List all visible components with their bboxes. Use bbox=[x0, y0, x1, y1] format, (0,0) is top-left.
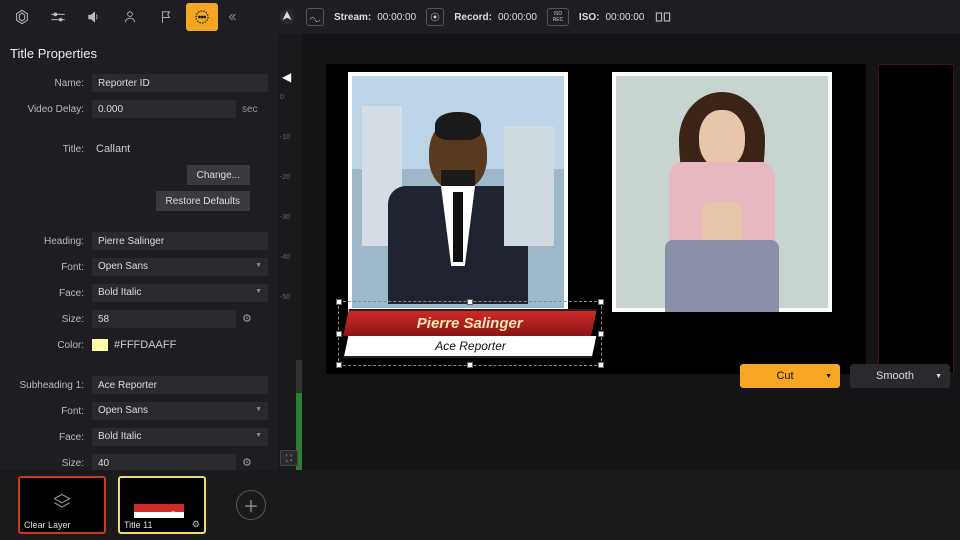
title-11-thumb[interactable]: ↖ Title 11 ⚙ bbox=[118, 476, 206, 534]
name-label: Name: bbox=[10, 78, 92, 89]
logo-icon[interactable] bbox=[4, 0, 40, 34]
guest-image bbox=[616, 76, 828, 308]
ruler-tick: 0 bbox=[280, 94, 284, 101]
record-icon[interactable] bbox=[426, 8, 444, 26]
heading-font-select[interactable]: Open Sans bbox=[92, 258, 268, 276]
layer-strip: Clear Layer ↖ Title 11 ⚙ ＋ bbox=[0, 470, 960, 540]
shot-right bbox=[612, 72, 832, 312]
heading-face-select[interactable]: Bold Italic bbox=[92, 284, 268, 302]
panel-title: Title Properties bbox=[10, 46, 268, 61]
sub-size-gear-icon[interactable]: ⚙ bbox=[242, 456, 256, 470]
sub-face-select[interactable]: Bold Italic bbox=[92, 428, 268, 446]
subheading-input[interactable] bbox=[92, 376, 268, 394]
thumb-gear-icon[interactable]: ⚙ bbox=[192, 519, 200, 530]
heading-font-label: Font: bbox=[10, 262, 92, 273]
resize-handle[interactable] bbox=[336, 331, 342, 337]
heading-size-input[interactable] bbox=[92, 310, 236, 328]
ruler-tick: -30 bbox=[280, 214, 290, 221]
audio-ruler: ◀ 0 -10 -20 -30 -40 -50 ⛶ bbox=[278, 34, 302, 470]
person-icon[interactable] bbox=[112, 0, 148, 34]
ruler-tick: -40 bbox=[280, 254, 290, 261]
cursor-icon: ↖ bbox=[170, 508, 179, 521]
stream-status: Stream: 00:00:00 bbox=[334, 12, 416, 23]
sub-font-select[interactable]: Open Sans bbox=[92, 402, 268, 420]
secondary-canvas[interactable] bbox=[878, 64, 954, 374]
video-delay-input[interactable] bbox=[92, 100, 236, 118]
flag-icon[interactable] bbox=[148, 0, 184, 34]
heading-label: Heading: bbox=[10, 236, 92, 247]
audio-icon[interactable] bbox=[76, 0, 112, 34]
heading-face-label: Face: bbox=[10, 288, 92, 299]
record-label: Record: bbox=[454, 12, 492, 23]
title-value: Callant bbox=[92, 143, 130, 155]
layout-icon[interactable] bbox=[654, 8, 672, 26]
toolbar-status-group: Stream: 00:00:00 Record: 00:00:00 ISO RE… bbox=[278, 8, 672, 26]
play-icon[interactable]: ◀ bbox=[282, 70, 291, 84]
lower-third-title[interactable]: Pierre Salinger Ace Reporter bbox=[346, 309, 594, 358]
title-tool-icon[interactable] bbox=[186, 3, 218, 31]
iso-time: 00:00:00 bbox=[605, 12, 644, 23]
transition-buttons: Cut Smooth bbox=[740, 364, 950, 388]
resize-handle[interactable] bbox=[336, 299, 342, 305]
top-toolbar: Stream: 00:00:00 Record: 00:00:00 ISO RE… bbox=[0, 0, 960, 34]
snap-button[interactable]: ⛶ bbox=[280, 450, 298, 466]
stream-label: Stream: bbox=[334, 12, 371, 23]
resize-handle[interactable] bbox=[336, 362, 342, 368]
shot-left bbox=[348, 72, 568, 312]
video-delay-unit: sec bbox=[242, 104, 258, 115]
restore-defaults-button[interactable]: Restore Defaults bbox=[156, 191, 250, 211]
ruler-tick: -50 bbox=[280, 294, 290, 301]
stream-icon[interactable] bbox=[306, 8, 324, 26]
title-properties-panel: Title Properties Name: Video Delay: sec … bbox=[0, 34, 278, 470]
stream-time: 00:00:00 bbox=[377, 12, 416, 23]
toolbar-icon-group bbox=[0, 0, 244, 34]
cut-button[interactable]: Cut bbox=[740, 364, 840, 388]
heading-size-gear-icon[interactable]: ⚙ bbox=[242, 312, 256, 326]
sub-size-input[interactable] bbox=[92, 454, 236, 470]
record-status: Record: 00:00:00 bbox=[454, 12, 537, 23]
lower-third-name: Pierre Salinger bbox=[343, 309, 597, 336]
smooth-button[interactable]: Smooth bbox=[850, 364, 950, 388]
thumb-label: Clear Layer bbox=[24, 520, 71, 530]
collapse-panel-icon[interactable] bbox=[220, 0, 244, 34]
sub-face-label: Face: bbox=[10, 432, 92, 443]
heading-color-swatch[interactable] bbox=[92, 339, 108, 351]
iso-label: ISO: bbox=[579, 12, 600, 23]
sub-size-label: Size: bbox=[10, 458, 92, 469]
iso-badge[interactable]: ISO REC bbox=[547, 8, 569, 26]
reporter-image bbox=[352, 76, 564, 308]
lower-third-subtitle: Ace Reporter bbox=[344, 336, 597, 358]
subheading-label: Subheading 1: bbox=[10, 380, 92, 391]
title-label: Title: bbox=[10, 144, 92, 155]
resize-handle[interactable] bbox=[598, 331, 604, 337]
ruler-tick: -10 bbox=[280, 134, 290, 141]
heading-color-label: Color: bbox=[10, 340, 92, 351]
layers-icon bbox=[51, 492, 73, 512]
name-input[interactable] bbox=[92, 74, 268, 92]
clear-layer-thumb[interactable]: Clear Layer bbox=[18, 476, 106, 534]
preview-area: ◀ 0 -10 -20 -30 -40 -50 ⛶ bbox=[278, 34, 960, 470]
preview-canvas[interactable]: Pierre Salinger Ace Reporter bbox=[326, 64, 866, 374]
change-button[interactable]: Change... bbox=[187, 165, 250, 185]
heading-color-hex: #FFFDAAFF bbox=[114, 339, 176, 351]
video-delay-label: Video Delay: bbox=[10, 104, 92, 115]
heading-input[interactable] bbox=[92, 232, 268, 250]
add-layer-button[interactable]: ＋ bbox=[236, 490, 266, 520]
app-logo-icon[interactable] bbox=[278, 8, 296, 26]
resize-handle[interactable] bbox=[598, 299, 604, 305]
resize-handle[interactable] bbox=[467, 362, 473, 368]
thumb-label: Title 11 bbox=[124, 520, 153, 530]
ruler-tick: -20 bbox=[280, 174, 290, 181]
heading-size-label: Size: bbox=[10, 314, 92, 325]
iso-status: ISO: 00:00:00 bbox=[579, 12, 645, 23]
sub-font-label: Font: bbox=[10, 406, 92, 417]
resize-handle[interactable] bbox=[598, 362, 604, 368]
record-time: 00:00:00 bbox=[498, 12, 537, 23]
settings-sliders-icon[interactable] bbox=[40, 0, 76, 34]
